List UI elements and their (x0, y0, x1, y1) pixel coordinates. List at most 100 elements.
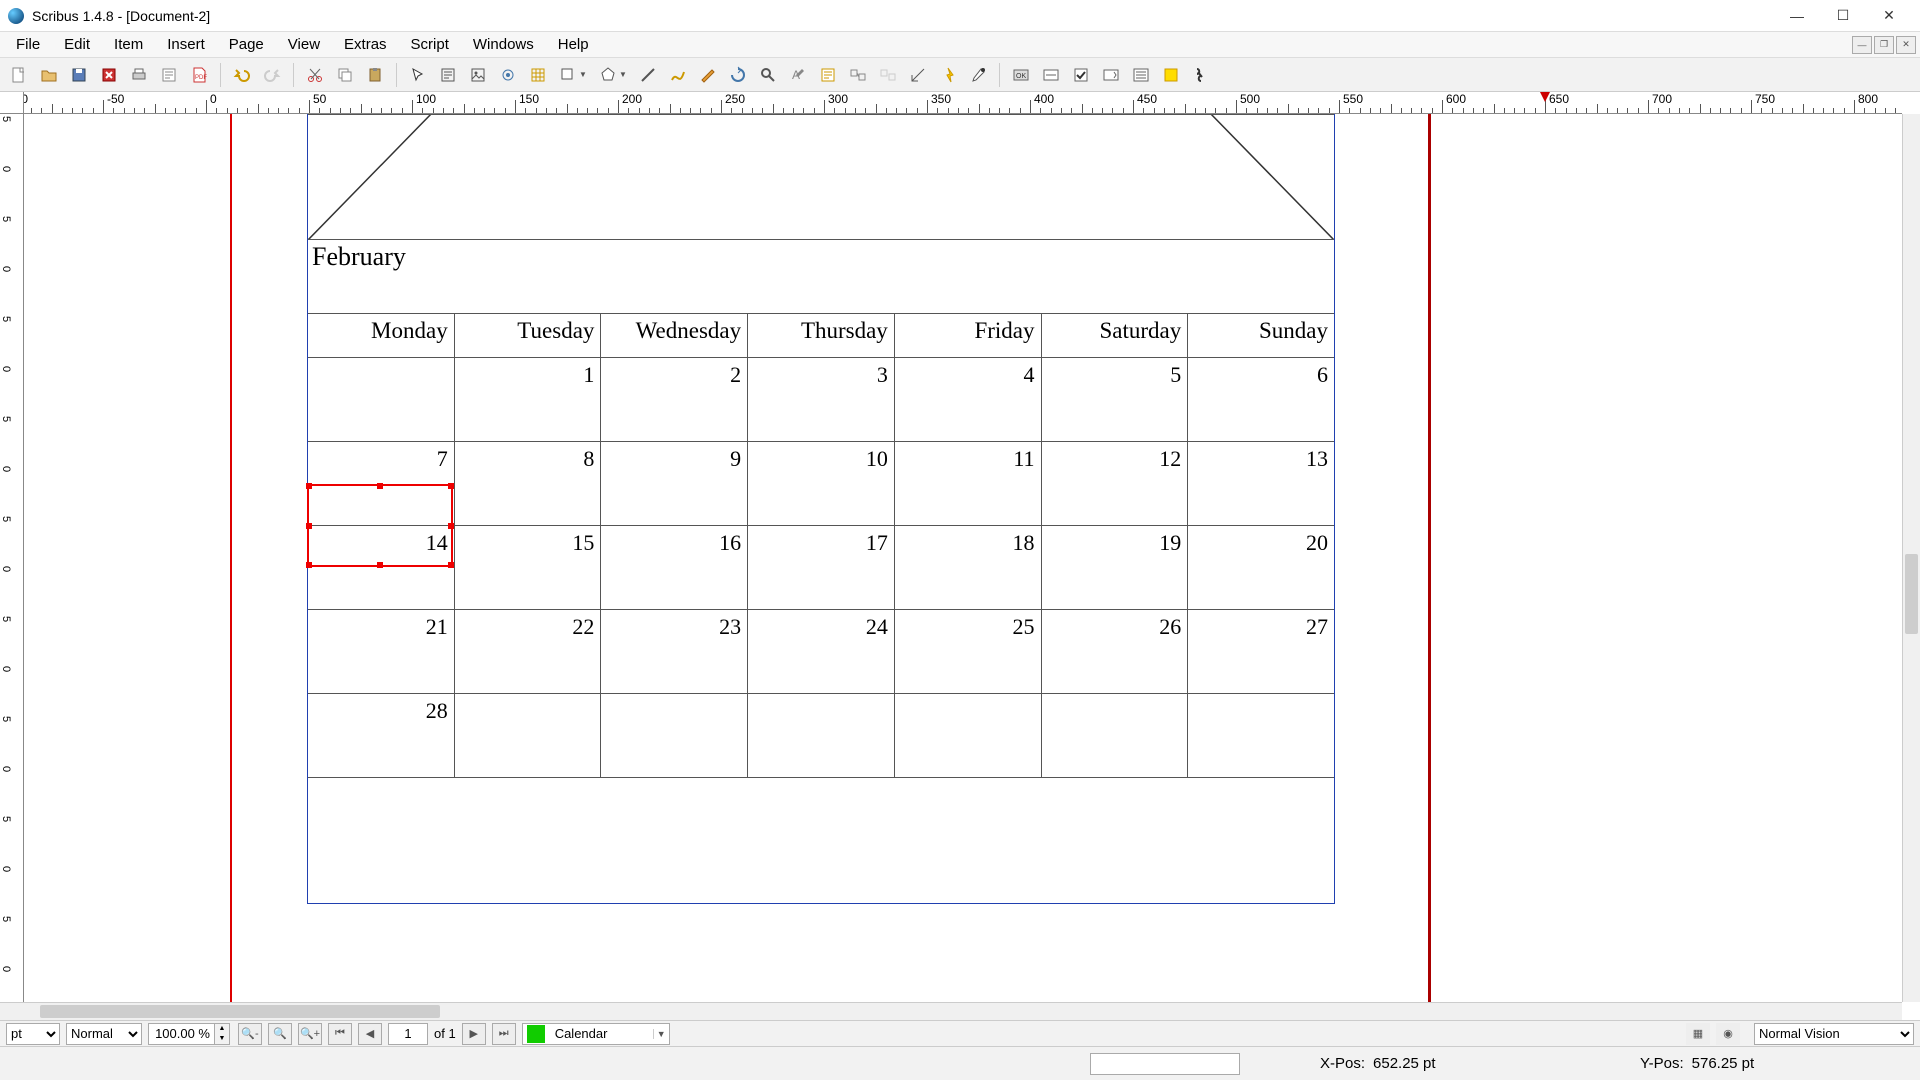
zoom-tool-icon[interactable] (755, 62, 781, 88)
calendar-cell[interactable]: 26 (1041, 610, 1188, 694)
close-button[interactable]: ✕ (1866, 0, 1912, 32)
menu-help[interactable]: Help (546, 32, 601, 57)
calendar-cell[interactable]: 15 (454, 526, 601, 610)
eyedropper-icon[interactable] (965, 62, 991, 88)
zoom-out-icon[interactable]: 🔍- (238, 1023, 262, 1045)
menu-edit[interactable]: Edit (52, 32, 102, 57)
prev-page-icon[interactable]: ◀ (358, 1023, 382, 1045)
first-page-icon[interactable]: ⏮ (328, 1023, 352, 1045)
calendar-cell[interactable]: 14 (308, 526, 455, 610)
pdf-annotation-icon[interactable] (1158, 62, 1184, 88)
new-icon[interactable] (6, 62, 32, 88)
mdi-restore-button[interactable]: ❐ (1874, 36, 1894, 54)
calendar-cell[interactable]: 3 (748, 358, 895, 442)
mdi-minimize-button[interactable]: — (1852, 36, 1872, 54)
vertical-ruler[interactable]: 505050505050505050 (0, 114, 24, 1002)
minimize-button[interactable]: — (1774, 0, 1820, 32)
calendar-cell[interactable]: 16 (601, 526, 748, 610)
vertical-scrollbar[interactable] (1902, 114, 1920, 1002)
layer-select[interactable]: Calendar ▼ (522, 1023, 670, 1045)
next-page-icon[interactable]: ▶ (462, 1023, 486, 1045)
menu-view[interactable]: View (276, 32, 332, 57)
page-canvas[interactable]: February MondayTuesdayWednesdayThursdayF… (24, 114, 1902, 1002)
rotate-tool-icon[interactable] (725, 62, 751, 88)
calendar-cell[interactable] (308, 358, 455, 442)
horizontal-ruler[interactable]: -100-50050100150200250300350400450500550… (24, 92, 1902, 114)
menu-insert[interactable]: Insert (155, 32, 217, 57)
calendar-cell[interactable]: 10 (748, 442, 895, 526)
maximize-button[interactable]: ☐ (1820, 0, 1866, 32)
calendar-cell[interactable]: 23 (601, 610, 748, 694)
zoom-spinner[interactable]: ▲▼ (214, 1023, 230, 1045)
calendar-cell[interactable]: 28 (308, 694, 455, 778)
zoom-field[interactable] (148, 1023, 214, 1045)
calendar-cell[interactable] (601, 694, 748, 778)
line-tool-icon[interactable] (635, 62, 661, 88)
last-page-icon[interactable]: ⏭ (492, 1023, 516, 1045)
pdf-list-icon[interactable] (1128, 62, 1154, 88)
calendar-cell[interactable]: 24 (748, 610, 895, 694)
pdf-button-icon[interactable]: OK (1008, 62, 1034, 88)
calendar-cell[interactable]: 6 (1188, 358, 1335, 442)
pdf-checkbox-icon[interactable] (1068, 62, 1094, 88)
pdf-combo-icon[interactable] (1098, 62, 1124, 88)
pdf-text-icon[interactable] (1038, 62, 1064, 88)
preview-mode-icon[interactable]: ▦ (1686, 1023, 1710, 1045)
calendar-cell[interactable] (748, 694, 895, 778)
link-frames-icon[interactable] (845, 62, 871, 88)
pdf-link-icon[interactable] (1188, 62, 1214, 88)
calendar-cell[interactable]: 5 (1041, 358, 1188, 442)
calendar-cell[interactable]: 22 (454, 610, 601, 694)
image-frame-icon[interactable] (465, 62, 491, 88)
close-doc-icon[interactable] (96, 62, 122, 88)
open-icon[interactable] (36, 62, 62, 88)
unit-select[interactable]: pt (6, 1023, 60, 1045)
print-icon[interactable] (126, 62, 152, 88)
cut-icon[interactable] (302, 62, 328, 88)
calendar-cell[interactable]: 25 (894, 610, 1041, 694)
calendar-cell[interactable]: 11 (894, 442, 1041, 526)
mdi-close-button[interactable]: ✕ (1896, 36, 1916, 54)
edit-text-icon[interactable]: A (785, 62, 811, 88)
bezier-tool-icon[interactable] (665, 62, 691, 88)
shape-tool-icon[interactable]: ▼ (555, 62, 591, 88)
calendar-cell[interactable]: 7 (308, 442, 455, 526)
calendar-cell[interactable] (1188, 694, 1335, 778)
calendar-cell[interactable]: 1 (454, 358, 601, 442)
calendar-cell[interactable]: 18 (894, 526, 1041, 610)
table-icon[interactable] (525, 62, 551, 88)
calendar-cell[interactable]: 27 (1188, 610, 1335, 694)
preflight-icon[interactable] (156, 62, 182, 88)
calendar-cell[interactable]: 19 (1041, 526, 1188, 610)
text-frame-icon[interactable] (435, 62, 461, 88)
calendar-cell[interactable]: 2 (601, 358, 748, 442)
calendar-cell[interactable]: 9 (601, 442, 748, 526)
calendar-cell[interactable]: 20 (1188, 526, 1335, 610)
calendar-cell[interactable]: 17 (748, 526, 895, 610)
page-number-input[interactable] (388, 1023, 428, 1045)
menu-extras[interactable]: Extras (332, 32, 399, 57)
menu-windows[interactable]: Windows (461, 32, 546, 57)
render-frame-icon[interactable] (495, 62, 521, 88)
undo-icon[interactable] (229, 62, 255, 88)
calendar-cell[interactable]: 8 (454, 442, 601, 526)
polygon-tool-icon[interactable]: ▼ (595, 62, 631, 88)
zoom-reset-icon[interactable]: 🔍 (268, 1023, 292, 1045)
measure-tool-icon[interactable] (905, 62, 931, 88)
display-select[interactable]: Normal (66, 1023, 142, 1045)
zoom-input[interactable]: ▲▼ (148, 1023, 232, 1045)
story-editor-icon[interactable] (815, 62, 841, 88)
pdf-icon[interactable]: PDF (186, 62, 212, 88)
calendar-cell[interactable]: 13 (1188, 442, 1335, 526)
select-tool-icon[interactable] (405, 62, 431, 88)
paste-icon[interactable] (362, 62, 388, 88)
menu-item[interactable]: Item (102, 32, 155, 57)
copy-properties-icon[interactable] (935, 62, 961, 88)
calendar-cell[interactable]: 4 (894, 358, 1041, 442)
calendar-cell[interactable]: 12 (1041, 442, 1188, 526)
zoom-in-icon[interactable]: 🔍+ (298, 1023, 322, 1045)
horizontal-scrollbar[interactable] (0, 1002, 1902, 1020)
menu-script[interactable]: Script (399, 32, 461, 57)
freehand-tool-icon[interactable] (695, 62, 721, 88)
cms-icon[interactable]: ◉ (1716, 1023, 1740, 1045)
